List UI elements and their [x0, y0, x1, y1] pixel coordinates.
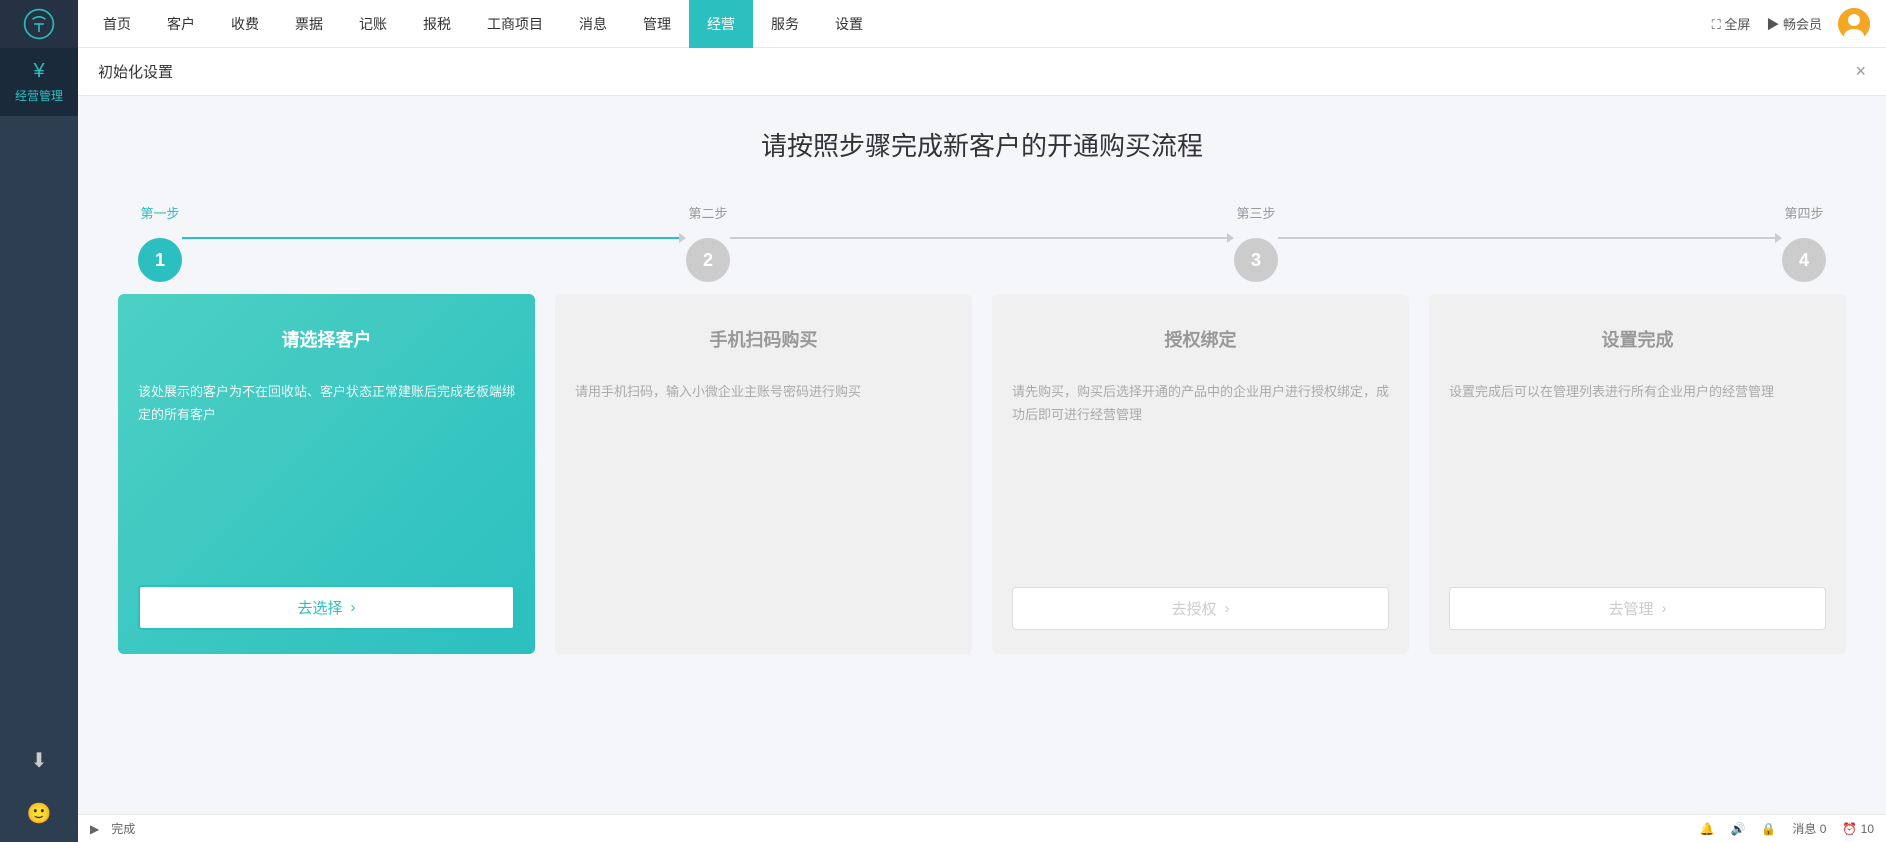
arrow-2: [1227, 233, 1234, 243]
step-1-label: 第一步: [140, 203, 179, 222]
step-1-circle: 1: [138, 238, 182, 282]
top-nav: 首页 客户 收费 票据 记账 报税 工商项目 消息 管理 经营 服务 设置 ⛶ …: [0, 0, 1886, 48]
arrow-3: [1775, 233, 1782, 243]
step-1: 第一步 1: [138, 203, 182, 282]
card-1-btn-label: 去选择: [297, 597, 342, 618]
card-1-title: 请选择客户: [138, 318, 515, 360]
status-bar-right: 🔔 🔊 🔒 消息 0 ⏰ 10: [1700, 820, 1875, 837]
support-icon: 🙂: [27, 801, 52, 826]
nav-item-shouye[interactable]: 首页: [85, 0, 149, 48]
member-btn[interactable]: ▶ 畅会员: [1766, 14, 1822, 33]
card-1-btn-arrow: ›: [351, 599, 356, 616]
card-3-title: 授权绑定: [1012, 318, 1389, 360]
time-display: ⏰ 10: [1842, 822, 1874, 836]
line-2: [730, 237, 1227, 239]
step-4: 第四步 4: [1782, 203, 1826, 282]
step-2-circle: 2: [686, 238, 730, 282]
card-3-btn-label: 去授权: [1171, 598, 1216, 619]
card-3-btn-arrow: ›: [1225, 600, 1230, 617]
status-text: 完成: [111, 820, 135, 837]
nav-item-shoufei[interactable]: 收费: [213, 0, 277, 48]
download-icon: ⬇: [31, 748, 48, 773]
card-4-desc: 设置完成后可以在管理列表进行所有企业用户的经营管理: [1449, 380, 1826, 567]
fullscreen-btn[interactable]: ⛶ 全屏: [1712, 14, 1751, 33]
step-3-label: 第三步: [1236, 203, 1275, 222]
sub-header-title: 初始化设置: [98, 61, 173, 82]
nav-item-kehu[interactable]: 客户: [149, 0, 213, 48]
step-2: 第二步 2: [686, 203, 730, 282]
step-4-label: 第四步: [1784, 203, 1823, 222]
bell-icon: 🔔: [1700, 822, 1715, 836]
card-4-btn-arrow: ›: [1662, 600, 1667, 617]
steps-row: 第一步 1 第二步 2 第三步 3: [118, 203, 1846, 282]
step-3: 第三步 3: [1234, 203, 1278, 282]
card-4-btn-label: 去管理: [1608, 598, 1653, 619]
nav-item-baoshui[interactable]: 报税: [405, 0, 469, 48]
card-scan-buy: 手机扫码购买 请用手机扫码，输入小微企业主账号密码进行购买: [555, 294, 972, 654]
card-2-desc: 请用手机扫码，输入小微企业主账号密码进行购买: [575, 380, 952, 630]
sidebar-item-support[interactable]: 🙂: [0, 789, 78, 842]
line-1: [182, 237, 679, 239]
nav-item-gongshang[interactable]: 工商项目: [469, 0, 561, 48]
card-4-button[interactable]: 去管理 ›: [1449, 587, 1826, 630]
yuan-icon: ¥: [33, 60, 44, 83]
message-count: 消息 0: [1792, 820, 1826, 837]
sidebar-bottom: ⬇ 🙂: [0, 736, 78, 842]
sidebar-logo: [0, 0, 78, 48]
arrow-1: [679, 233, 686, 243]
card-1-button[interactable]: 去选择 ›: [138, 585, 515, 630]
card-authorize: 授权绑定 请先购买，购买后选择开通的产品中的企业用户进行授权绑定，成功后即可进行…: [992, 294, 1409, 654]
nav-item-jijzhang[interactable]: 记账: [341, 0, 405, 48]
card-1-desc: 该处展示的客户为不在回收站、客户状态正常建账后完成老板端绑定的所有客户: [138, 380, 515, 565]
content-area: 请按照步骤完成新客户的开通购买流程 第一步 1 第二步 2: [78, 96, 1886, 814]
step-2-label: 第二步: [688, 203, 727, 222]
page-title: 请按照步骤完成新客户的开通购买流程: [118, 126, 1846, 163]
sidebar-item-label: 经营管理: [15, 87, 63, 104]
nav-right: ⛶ 全屏 ▶ 畅会员: [1712, 8, 1886, 40]
sidebar-item-download[interactable]: ⬇: [0, 736, 78, 789]
cards-container: 请选择客户 该处展示的客户为不在回收站、客户状态正常建账后完成老板端绑定的所有客…: [118, 294, 1846, 654]
nav-item-shezhi[interactable]: 设置: [817, 0, 881, 48]
nav-item-xiaoxi[interactable]: 消息: [561, 0, 625, 48]
status-bar: ▶ 完成 🔔 🔊 🔒 消息 0 ⏰ 10: [78, 814, 1886, 842]
line-3: [1278, 237, 1775, 239]
card-3-desc: 请先购买，购买后选择开通的产品中的企业用户进行授权绑定，成功后即可进行经营管理: [1012, 380, 1389, 567]
step-3-circle: 3: [1234, 238, 1278, 282]
card-setup-done: 设置完成 设置完成后可以在管理列表进行所有企业用户的经营管理 去管理 ›: [1429, 294, 1846, 654]
card-2-title: 手机扫码购买: [575, 318, 952, 360]
main-content: 初始化设置 × 请按照步骤完成新客户的开通购买流程 第一步 1 第二步 2: [78, 48, 1886, 814]
sub-header: 初始化设置 ×: [78, 48, 1886, 96]
lock-icon: 🔒: [1761, 822, 1776, 836]
close-button[interactable]: ×: [1855, 61, 1866, 82]
step-4-circle: 4: [1782, 238, 1826, 282]
card-3-button[interactable]: 去授权 ›: [1012, 587, 1389, 630]
user-avatar[interactable]: [1838, 8, 1870, 40]
volume-icon: 🔊: [1730, 822, 1745, 836]
card-select-customer: 请选择客户 该处展示的客户为不在回收站、客户状态正常建账后完成老板端绑定的所有客…: [118, 294, 535, 654]
nav-item-piaoju[interactable]: 票据: [277, 0, 341, 48]
nav-item-jingying[interactable]: 经营: [689, 0, 753, 48]
step-between-3-4: [1278, 233, 1782, 253]
nav-item-guanli[interactable]: 管理: [625, 0, 689, 48]
step-between-1-2: [182, 233, 686, 253]
step-between-2-3: [730, 233, 1234, 253]
nav-item-fuwu[interactable]: 服务: [753, 0, 817, 48]
sidebar: ¥ 经营管理 ⬇ 🙂: [0, 0, 78, 842]
card-4-title: 设置完成: [1449, 318, 1826, 360]
sidebar-item-jingyingguanli[interactable]: ¥ 经营管理: [0, 48, 78, 116]
play-icon: ▶: [90, 822, 99, 836]
